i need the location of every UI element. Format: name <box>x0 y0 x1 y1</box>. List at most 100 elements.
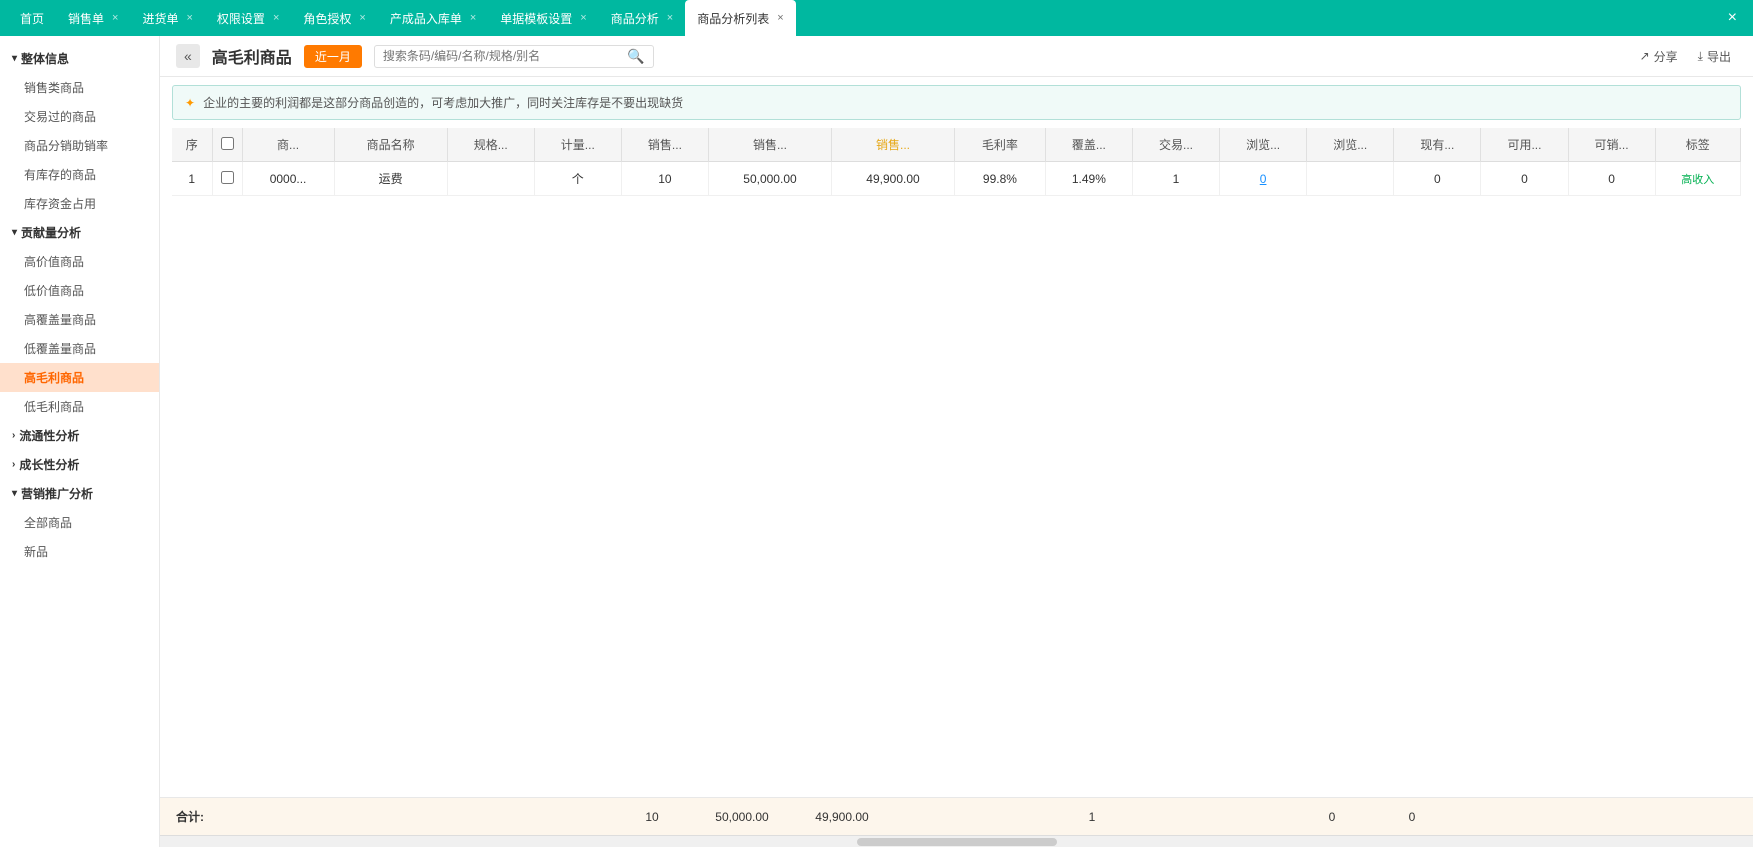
sidebar-item-low-margin[interactable]: 低毛利商品 <box>0 392 159 421</box>
cell-sales-qty: 10 <box>621 162 708 196</box>
sidebar-group-marketing[interactable]: ▾ 营销推广分析 <box>0 479 159 508</box>
th-available-stock[interactable]: 可用... <box>1481 128 1568 162</box>
th-sales-qty[interactable]: 销售... <box>621 128 708 162</box>
search-input[interactable] <box>383 49 624 63</box>
sidebar-item-low-value[interactable]: 低价值商品 <box>0 276 159 305</box>
nav-permission-close[interactable]: × <box>273 12 279 24</box>
sidebar-group-overall[interactable]: ▾ 整体信息 <box>0 44 159 73</box>
share-button[interactable]: ↗ 分享 <box>1634 46 1684 67</box>
nav-close-all[interactable]: × <box>1720 9 1745 27</box>
footer-current-stock: 0 <box>1292 810 1372 824</box>
th-check[interactable] <box>212 128 242 162</box>
cell-tag: 高收入 <box>1655 162 1740 196</box>
th-current-stock[interactable]: 现有... <box>1394 128 1481 162</box>
nav-template[interactable]: 单据模板设置 × <box>488 0 598 36</box>
sidebar-group-flow-label: 流通性分析 <box>19 427 79 444</box>
th-coverage[interactable]: 覆盖... <box>1045 128 1132 162</box>
th-view1[interactable]: 浏览... <box>1220 128 1307 162</box>
sidebar-item-low-coverage[interactable]: 低覆盖量商品 <box>0 334 159 363</box>
sidebar-collapse-button[interactable]: « <box>176 44 200 68</box>
nav-product-list[interactable]: 商品分析列表 × <box>685 0 795 36</box>
nav-sales[interactable]: 销售单 × <box>56 0 130 36</box>
sidebar-item-stock-capital[interactable]: 库存资金占用 <box>0 189 159 218</box>
cell-view2 <box>1307 162 1394 196</box>
search-icon[interactable]: 🔍 <box>627 48 644 65</box>
th-unit[interactable]: 计量... <box>534 128 621 162</box>
content-header: « 高毛利商品 近一月 🔍 ↗ 分享 ⤓ 导出 <box>160 36 1753 77</box>
nav-role-close[interactable]: × <box>359 12 365 24</box>
th-transaction[interactable]: 交易... <box>1132 128 1219 162</box>
nav-purchase-label: 进货单 <box>142 10 178 27</box>
cell-unit: 个 <box>534 162 621 196</box>
nav-product-analysis[interactable]: 商品分析 × <box>599 0 685 36</box>
export-button[interactable]: ⤓ 导出 <box>1692 46 1737 67</box>
nav-permission-label: 权限设置 <box>217 10 265 27</box>
sidebar-group-contribution[interactable]: ▾ 贡献量分析 <box>0 218 159 247</box>
nav-purchase[interactable]: 进货单 × <box>130 0 204 36</box>
sidebar-group-flow[interactable]: › 流通性分析 <box>0 421 159 450</box>
cell-current-stock: 0 <box>1394 162 1481 196</box>
th-seq[interactable]: 序 <box>172 128 212 162</box>
nav-product-analysis-label: 商品分析 <box>611 10 659 27</box>
footer-available-stock: 0 <box>1372 810 1452 824</box>
row-checkbox[interactable] <box>221 171 234 184</box>
cell-sales-profit: 49,900.00 <box>831 162 954 196</box>
sidebar-group-growth[interactable]: › 成长性分析 <box>0 450 159 479</box>
nav-role[interactable]: 角色授权 × <box>291 0 377 36</box>
nav-template-label: 单据模板设置 <box>500 10 572 27</box>
export-label: 导出 <box>1707 48 1731 65</box>
main-table: 序 商... 商品名称 规格... 计量... 销售... 销售... 销售..… <box>172 128 1741 196</box>
sidebar-group-marketing-label: 营销推广分析 <box>21 485 93 502</box>
nav-sales-close[interactable]: × <box>112 12 118 24</box>
nav-purchase-close[interactable]: × <box>186 12 192 24</box>
th-gross-margin[interactable]: 毛利率 <box>955 128 1046 162</box>
cell-view1[interactable]: 0 <box>1220 162 1307 196</box>
sidebar: ▾ 整体信息 销售类商品 交易过的商品 商品分销助销率 有库存的商品 库存资金占… <box>0 36 160 847</box>
sidebar-item-sales-goods[interactable]: 销售类商品 <box>0 73 159 102</box>
cell-transaction: 1 <box>1132 162 1219 196</box>
contribution-arrow-icon: ▾ <box>12 227 17 238</box>
cell-check[interactable] <box>212 162 242 196</box>
nav-home[interactable]: 首页 <box>8 0 56 36</box>
footer-label: 合计: <box>176 808 226 825</box>
time-filter-month[interactable]: 近一月 <box>304 45 362 68</box>
nav-product-list-label: 商品分析列表 <box>697 10 769 27</box>
nav-product-entry[interactable]: 产成品入库单 × <box>378 0 488 36</box>
th-sales-profit[interactable]: 销售... <box>831 128 954 162</box>
sidebar-item-distribution-rate[interactable]: 商品分销助销率 <box>0 131 159 160</box>
table-wrapper[interactable]: 序 商... 商品名称 规格... 计量... 销售... 销售... 销售..… <box>160 128 1753 797</box>
th-name[interactable]: 商品名称 <box>334 128 447 162</box>
sidebar-item-high-value[interactable]: 高价值商品 <box>0 247 159 276</box>
sidebar-item-new-goods[interactable]: 新品 <box>0 537 159 566</box>
th-code[interactable]: 商... <box>242 128 334 162</box>
nav-template-close[interactable]: × <box>580 12 586 24</box>
footer-transaction: 1 <box>1052 810 1132 824</box>
nav-permission[interactable]: 权限设置 × <box>205 0 291 36</box>
content-area: « 高毛利商品 近一月 🔍 ↗ 分享 ⤓ 导出 ✦ 企业的主要的利润都是这部 <box>160 36 1753 847</box>
export-icon: ⤓ <box>1698 49 1703 64</box>
sidebar-item-traded-goods[interactable]: 交易过的商品 <box>0 102 159 131</box>
footer-sales-amount: 50,000.00 <box>692 810 792 824</box>
th-sellable-stock[interactable]: 可销... <box>1568 128 1655 162</box>
sidebar-item-in-stock[interactable]: 有库存的商品 <box>0 160 159 189</box>
th-sales-amount[interactable]: 销售... <box>708 128 831 162</box>
select-all-checkbox[interactable] <box>221 137 234 150</box>
th-view2[interactable]: 浏览... <box>1307 128 1394 162</box>
marketing-arrow-icon: ▾ <box>12 488 17 499</box>
top-nav: 首页 销售单 × 进货单 × 权限设置 × 角色授权 × 产成品入库单 × 单据… <box>0 0 1753 36</box>
flow-arrow-icon: › <box>12 430 15 441</box>
horizontal-scrollbar[interactable] <box>160 835 1753 847</box>
sidebar-item-high-margin[interactable]: 高毛利商品 <box>0 363 159 392</box>
th-spec[interactable]: 规格... <box>447 128 534 162</box>
main-layout: ▾ 整体信息 销售类商品 交易过的商品 商品分销助销率 有库存的商品 库存资金占… <box>0 36 1753 847</box>
th-tag[interactable]: 标签 <box>1655 128 1740 162</box>
nav-product-analysis-close[interactable]: × <box>667 12 673 24</box>
sidebar-item-all-goods[interactable]: 全部商品 <box>0 508 159 537</box>
growth-arrow-icon: › <box>12 459 15 470</box>
cell-code: 0000... <box>242 162 334 196</box>
nav-role-label: 角色授权 <box>303 10 351 27</box>
scroll-thumb[interactable] <box>857 838 1057 846</box>
sidebar-item-high-coverage[interactable]: 高覆盖量商品 <box>0 305 159 334</box>
nav-product-entry-close[interactable]: × <box>470 12 476 24</box>
nav-product-list-close[interactable]: × <box>777 12 783 24</box>
